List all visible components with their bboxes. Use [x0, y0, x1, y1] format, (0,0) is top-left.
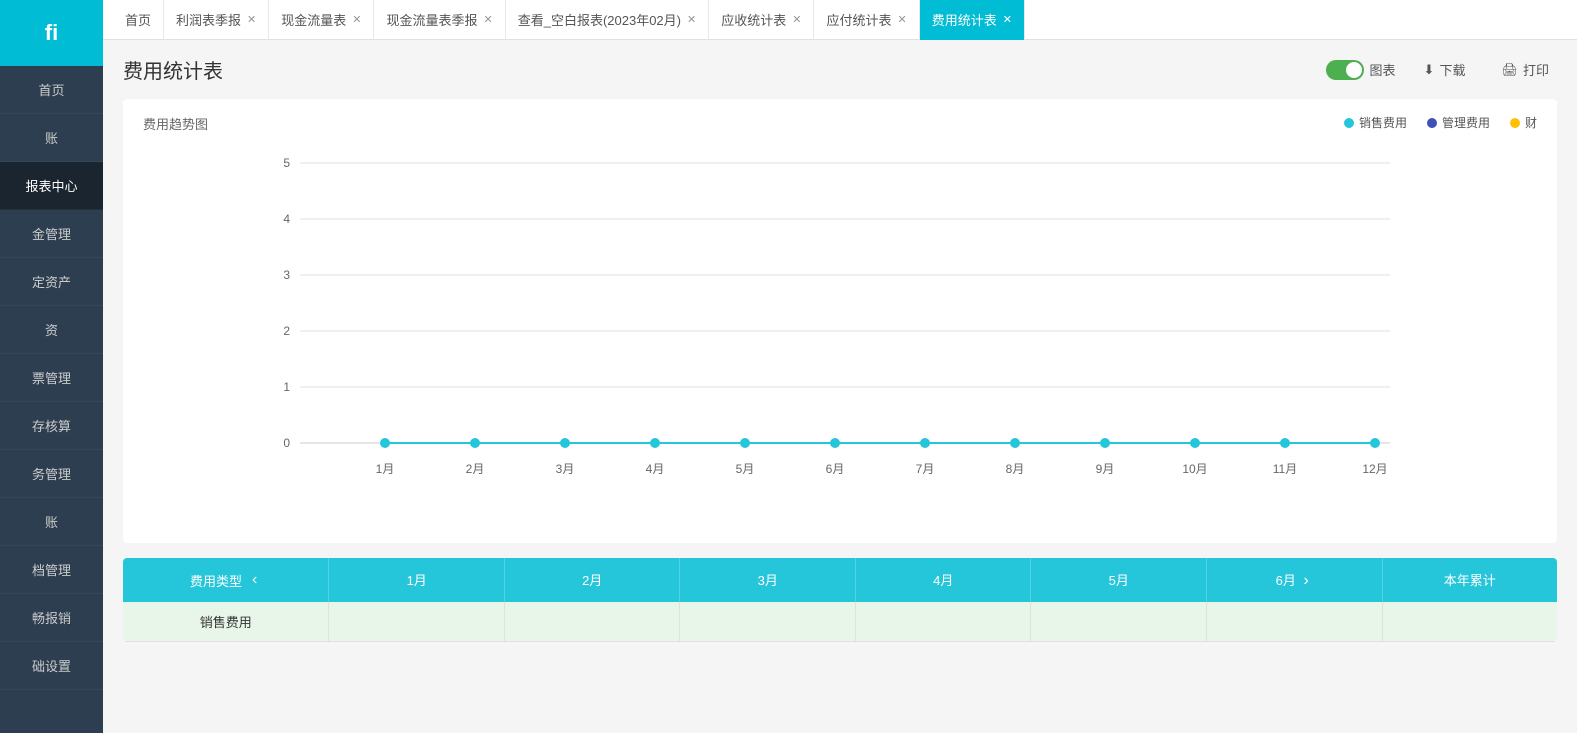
tab-cashflow-quarterly[interactable]: 现金流量表季报 ✕	[374, 0, 505, 40]
table-header-feb: 2月	[505, 558, 681, 602]
sidebar-item-capital[interactable]: 资	[0, 306, 103, 354]
legend-dot-admin	[1427, 118, 1437, 128]
chart-svg: 5 4 3 2 1 0	[143, 143, 1537, 523]
chart-legend: 销售费用 管理费用 财	[1344, 114, 1537, 131]
svg-text:10月: 10月	[1182, 462, 1207, 476]
table-cell-mar	[680, 602, 856, 641]
svg-text:7月: 7月	[916, 462, 935, 476]
legend-finance: 财	[1510, 114, 1537, 131]
header-actions: 图表 ⬇ 下载 🖨 打印	[1326, 56, 1557, 83]
svg-text:4月: 4月	[646, 462, 665, 476]
sidebar-item-reports[interactable]: 报表中心	[0, 162, 103, 210]
tab-payable[interactable]: 应付统计表 ✕	[814, 0, 919, 40]
sidebar-item-account[interactable]: 账	[0, 114, 103, 162]
next-arrow[interactable]: ›	[1300, 572, 1313, 589]
sidebar-logo: fi	[0, 0, 103, 66]
svg-text:9月: 9月	[1096, 462, 1115, 476]
table-header-row: 费用类型 ‹ 1月 2月 3月 4月 5月 6月 › 本年累计	[123, 558, 1557, 602]
tab-cashflow[interactable]: 现金流量表 ✕	[269, 0, 374, 40]
close-tab-cashflow-quarterly[interactable]: ✕	[484, 13, 493, 26]
print-button[interactable]: 🖨 打印	[1493, 56, 1557, 83]
tab-bar: 首页 利润表季报 ✕ 现金流量表 ✕ 现金流量表季报 ✕ 查看_空白报表(202…	[103, 0, 1577, 40]
close-tab-blank-report[interactable]: ✕	[687, 13, 696, 26]
table-header-type: 费用类型 ‹	[123, 558, 329, 602]
table-header-mar: 3月	[680, 558, 856, 602]
sidebar-item-inventory[interactable]: 存核算	[0, 402, 103, 450]
table-col-type: 费用类型	[190, 571, 242, 590]
svg-text:6月: 6月	[826, 462, 845, 476]
table-cell-may	[1031, 602, 1207, 641]
table-cell-feb	[505, 602, 681, 641]
table-cell-ytd	[1383, 602, 1557, 641]
legend-label-sales: 销售费用	[1359, 114, 1407, 131]
sidebar-item-reimbursement[interactable]: 畅报销	[0, 594, 103, 642]
sidebar-item-home[interactable]: 首页	[0, 66, 103, 114]
svg-text:5月: 5月	[736, 462, 755, 476]
svg-text:2: 2	[283, 324, 290, 338]
svg-text:12月: 12月	[1362, 462, 1387, 476]
tab-home[interactable]: 首页	[113, 0, 164, 40]
sidebar-item-assets[interactable]: 定资产	[0, 258, 103, 306]
sidebar: fi 首页 账 报表中心 金管理 定资产 资 票管理 存核算 务管理 账 档管理…	[0, 0, 103, 733]
table-row: 销售费用	[123, 602, 1557, 642]
sidebar-item-ledger[interactable]: 账	[0, 498, 103, 546]
svg-text:5: 5	[283, 156, 290, 170]
svg-text:1: 1	[283, 380, 290, 394]
toggle-text: 图表	[1370, 60, 1396, 79]
page-header: 费用统计表 图表 ⬇ 下载 🖨 打印	[123, 55, 1557, 84]
sidebar-item-settings[interactable]: 础设置	[0, 642, 103, 690]
chart-title: 费用趋势图	[143, 114, 208, 133]
close-tab-payable[interactable]: ✕	[897, 13, 906, 26]
svg-text:3: 3	[283, 268, 290, 282]
svg-text:11月: 11月	[1273, 462, 1297, 476]
sidebar-item-cash[interactable]: 金管理	[0, 210, 103, 258]
chart-toggle[interactable]	[1326, 60, 1364, 80]
legend-label-finance: 财	[1525, 114, 1537, 131]
page-title: 费用统计表	[123, 55, 223, 84]
main-area: 首页 利润表季报 ✕ 现金流量表 ✕ 现金流量表季报 ✕ 查看_空白报表(202…	[103, 0, 1577, 733]
sidebar-item-tickets[interactable]: 票管理	[0, 354, 103, 402]
print-icon: 🖨	[1501, 62, 1518, 78]
legend-dot-sales	[1344, 118, 1354, 128]
sidebar-item-archive[interactable]: 档管理	[0, 546, 103, 594]
tab-expense[interactable]: 费用统计表 ✕	[920, 0, 1025, 40]
sidebar-item-business[interactable]: 务管理	[0, 450, 103, 498]
chart-toggle-label: 图表	[1326, 60, 1396, 80]
legend-sales: 销售费用	[1344, 114, 1407, 131]
chart-container: 费用趋势图 销售费用 管理费用 财	[123, 99, 1557, 543]
svg-text:0: 0	[283, 436, 290, 450]
svg-text:2月: 2月	[466, 462, 485, 476]
table-section: 费用类型 ‹ 1月 2月 3月 4月 5月 6月 › 本年累计 销售费用	[123, 558, 1557, 642]
close-tab-profit-quarterly[interactable]: ✕	[247, 13, 256, 26]
table-cell-jan	[329, 602, 505, 641]
legend-dot-finance	[1510, 118, 1520, 128]
table-cell-jun	[1207, 602, 1383, 641]
legend-label-admin: 管理费用	[1442, 114, 1490, 131]
svg-text:1月: 1月	[376, 462, 395, 476]
page-content: 费用统计表 图表 ⬇ 下载 🖨 打印 费用趋势图	[103, 40, 1577, 733]
svg-text:4: 4	[283, 212, 290, 226]
close-tab-receivable[interactable]: ✕	[792, 13, 801, 26]
svg-text:3月: 3月	[556, 462, 575, 476]
table-header-may: 5月	[1031, 558, 1207, 602]
chart-wrapper: 5 4 3 2 1 0	[143, 143, 1537, 528]
table-header-ytd: 本年累计	[1383, 558, 1557, 602]
table-header-jun: 6月 ›	[1207, 558, 1383, 602]
legend-admin: 管理费用	[1427, 114, 1490, 131]
prev-arrow[interactable]: ‹	[248, 571, 261, 589]
close-tab-expense[interactable]: ✕	[1003, 13, 1012, 26]
table-header-apr: 4月	[856, 558, 1032, 602]
tab-profit-quarterly[interactable]: 利润表季报 ✕	[164, 0, 269, 40]
table-cell-type: 销售费用	[123, 602, 329, 641]
tab-receivable[interactable]: 应收统计表 ✕	[709, 0, 814, 40]
close-tab-cashflow[interactable]: ✕	[352, 13, 361, 26]
table-cell-apr	[856, 602, 1032, 641]
download-button[interactable]: ⬇ 下载	[1416, 56, 1474, 83]
download-icon: ⬇	[1424, 62, 1435, 78]
svg-text:8月: 8月	[1006, 462, 1025, 476]
table-header-jan: 1月	[329, 558, 505, 602]
tab-blank-report[interactable]: 查看_空白报表(2023年02月) ✕	[506, 0, 710, 40]
